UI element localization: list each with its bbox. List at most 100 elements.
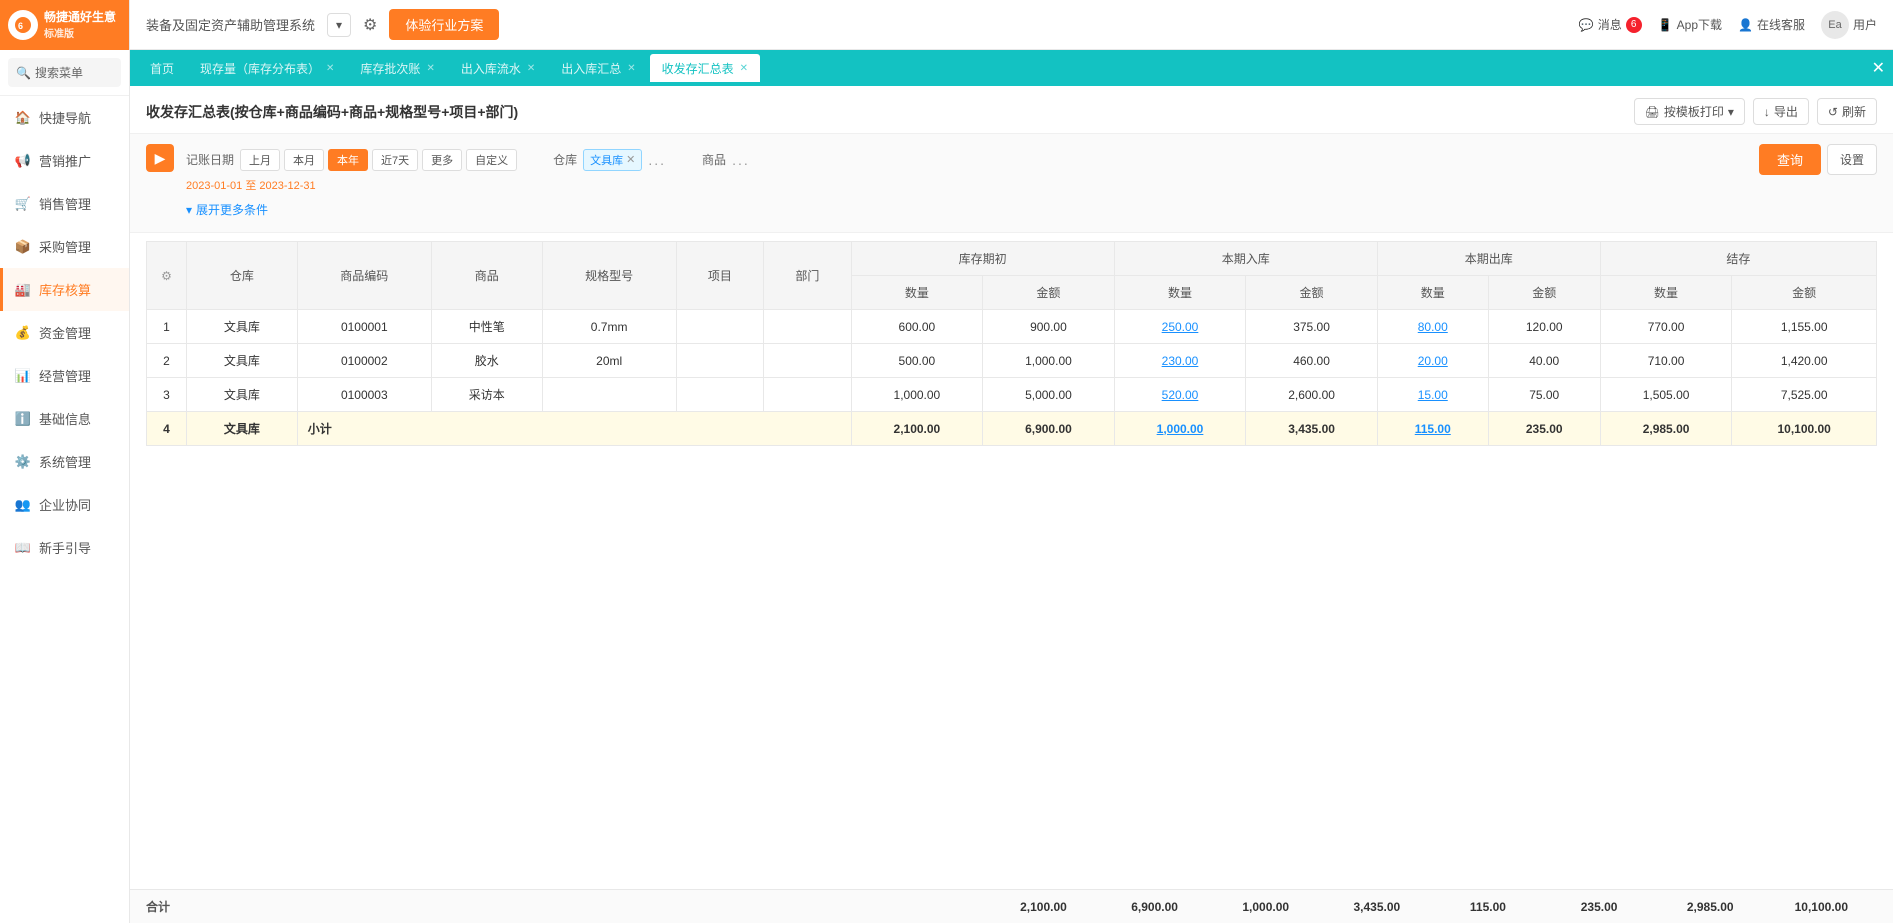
- tab-home[interactable]: 首页: [138, 54, 186, 82]
- table-footer: 合计 2,100.00 6,900.00 1,000.00 3,435.00 1…: [130, 889, 1893, 923]
- goods-filter-dots[interactable]: ...: [732, 152, 750, 168]
- guide-icon: 📖: [15, 540, 31, 556]
- row3-open-amt: 5,000.00: [983, 378, 1115, 412]
- date-btn-more[interactable]: 更多: [422, 149, 462, 171]
- date-btn-7days[interactable]: 近7天: [372, 149, 418, 171]
- filter-toggle-button[interactable]: ▶: [146, 144, 174, 172]
- app-download-button[interactable]: 📱 App下载: [1658, 16, 1722, 33]
- tab-recv-send-close[interactable]: ✕: [740, 63, 748, 74]
- tab-batch[interactable]: 库存批次账 ✕: [348, 54, 446, 82]
- warehouse-filter-dots[interactable]: ...: [648, 152, 666, 168]
- tab-inout-flow[interactable]: 出入库流水 ✕: [449, 54, 547, 82]
- row2-in-amt: 460.00: [1246, 344, 1378, 378]
- page-header-actions: 🖨 按模板打印 ▾ ↓ 导出 ↺ 刷新: [1634, 98, 1877, 125]
- export-button[interactable]: ↓ 导出: [1753, 98, 1809, 125]
- sidebar-search-area: 🔍 搜索菜单: [0, 50, 129, 96]
- page-header: 收发存汇总表(按仓库+商品编码+商品+规格型号+项目+部门) 🖨 按模板打印 ▾…: [130, 86, 1893, 134]
- footer-total-open-qty: 2,100.00: [988, 900, 1099, 914]
- sidebar-item-marketing[interactable]: 📢 营销推广: [0, 139, 129, 182]
- settings-icon[interactable]: ⚙: [363, 15, 377, 35]
- th-bal-amt: 金额: [1732, 276, 1877, 310]
- template-print-button[interactable]: 🖨 按模板打印 ▾: [1634, 98, 1745, 125]
- row2-dept: [764, 344, 851, 378]
- sidebar-item-basic-info[interactable]: ℹ️ 基础信息: [0, 397, 129, 440]
- money-icon: 💰: [15, 325, 31, 341]
- row2-out-qty[interactable]: 20.00: [1377, 344, 1488, 378]
- header-right: 💬 消息 6 📱 App下载 👤 在线客服 Ea 用户: [1579, 11, 1877, 39]
- user-menu[interactable]: Ea 用户: [1821, 11, 1877, 39]
- query-button[interactable]: 查询: [1759, 144, 1821, 175]
- box-icon: 📦: [15, 239, 31, 255]
- message-icon: 💬: [1579, 18, 1594, 32]
- th-out-period: 本期出库: [1377, 242, 1600, 276]
- tab-recv-send[interactable]: 收发存汇总表 ✕: [650, 54, 760, 82]
- tab-inout-summary[interactable]: 出入库汇总 ✕: [549, 54, 647, 82]
- search-menu-button[interactable]: 🔍 搜索菜单: [8, 58, 121, 87]
- system-name: 装备及固定资产辅助管理系统: [146, 15, 315, 34]
- sidebar-item-inventory[interactable]: 🏭 库存核算: [0, 268, 129, 311]
- message-button[interactable]: 💬 消息 6: [1579, 16, 1642, 33]
- footer-placeholder-6: [766, 900, 877, 914]
- chart-icon: 📊: [15, 368, 31, 384]
- tab-stock-dist[interactable]: 现存量（库存分布表） ✕: [188, 54, 346, 82]
- row3-in-qty[interactable]: 520.00: [1114, 378, 1246, 412]
- tab-inout-summary-label: 出入库汇总: [561, 60, 621, 77]
- home-icon: 🏠: [15, 110, 31, 126]
- tab-inout-summary-close[interactable]: ✕: [627, 63, 635, 74]
- megaphone-icon: 📢: [15, 153, 31, 169]
- sidebar-item-corp[interactable]: 👥 企业协同: [0, 483, 129, 526]
- row1-warehouse: 文具库: [187, 310, 298, 344]
- date-btn-custom[interactable]: 自定义: [466, 149, 517, 171]
- tabs-close-all[interactable]: ✕: [1872, 58, 1885, 78]
- sidebar-item-guide[interactable]: 📖 新手引导: [0, 526, 129, 569]
- table-settings-header[interactable]: ⚙: [147, 242, 187, 310]
- sidebar-item-system[interactable]: ⚙️ 系统管理: [0, 440, 129, 483]
- trial-button[interactable]: 体验行业方案: [389, 9, 499, 40]
- th-balance: 结存: [1600, 242, 1876, 276]
- subtotal-in-qty[interactable]: 1,000.00: [1114, 412, 1246, 446]
- th-dept: 部门: [764, 242, 851, 310]
- date-btn-this-year[interactable]: 本年: [328, 149, 368, 171]
- date-btn-this-month[interactable]: 本月: [284, 149, 324, 171]
- footer-placeholder-1: [210, 900, 321, 914]
- sidebar-item-finance[interactable]: 💰 资金管理: [0, 311, 129, 354]
- sidebar-item-quick-nav[interactable]: 🏠 快捷导航: [0, 96, 129, 139]
- sidebar-label-business: 经营管理: [39, 366, 91, 385]
- online-service-button[interactable]: 👤 在线客服: [1738, 16, 1805, 33]
- expand-filter-button[interactable]: ▾ 展开更多条件: [186, 197, 268, 222]
- sidebar-item-purchase[interactable]: 📦 采购管理: [0, 225, 129, 268]
- system-select-dropdown[interactable]: ▾: [327, 13, 351, 37]
- refresh-button[interactable]: ↺ 刷新: [1817, 98, 1877, 125]
- footer-placeholder-7: [877, 900, 988, 914]
- sidebar-item-business[interactable]: 📊 经营管理: [0, 354, 129, 397]
- tab-stock-dist-close[interactable]: ✕: [326, 63, 334, 74]
- row1-in-qty[interactable]: 250.00: [1114, 310, 1246, 344]
- warehouse-tag-close[interactable]: ✕: [626, 153, 635, 166]
- tab-batch-close[interactable]: ✕: [426, 63, 434, 74]
- chevron-down-icon: ▾: [1728, 105, 1734, 119]
- app-logo-icon: 6: [8, 10, 38, 40]
- subtotal-out-qty[interactable]: 115.00: [1377, 412, 1488, 446]
- th-bal-qty: 数量: [1600, 276, 1732, 310]
- row2-in-qty[interactable]: 230.00: [1114, 344, 1246, 378]
- filter-goods-item: 商品 ...: [702, 151, 750, 168]
- row1-out-qty[interactable]: 80.00: [1377, 310, 1488, 344]
- subtotal-open-amt: 6,900.00: [983, 412, 1115, 446]
- sidebar-item-sales[interactable]: 🛒 销售管理: [0, 182, 129, 225]
- row2-out-amt: 40.00: [1488, 344, 1600, 378]
- sidebar-label-sales: 销售管理: [39, 194, 91, 213]
- row3-project: [676, 378, 763, 412]
- th-spec: 规格型号: [542, 242, 676, 310]
- row2-bal-amt: 1,420.00: [1732, 344, 1877, 378]
- setting-button[interactable]: 设置: [1827, 144, 1877, 175]
- date-btn-last-month[interactable]: 上月: [240, 149, 280, 171]
- footer-total-bal-amt: 10,100.00: [1766, 900, 1877, 914]
- row3-bal-qty: 1,505.00: [1600, 378, 1732, 412]
- header-left: 装备及固定资产辅助管理系统 ▾ ⚙ 体验行业方案: [146, 9, 499, 40]
- row1-code: 0100001: [297, 310, 431, 344]
- tab-inout-flow-close[interactable]: ✕: [527, 63, 535, 74]
- data-table-container: ⚙ 仓库 商品编码 商品 规格型号 项目 部门 库存期初 本期入库 本期出库 结…: [130, 233, 1893, 454]
- row3-out-qty[interactable]: 15.00: [1377, 378, 1488, 412]
- app-version: 标准版: [44, 25, 116, 40]
- header: 装备及固定资产辅助管理系统 ▾ ⚙ 体验行业方案 💬 消息 6 📱 App下载 …: [130, 0, 1893, 50]
